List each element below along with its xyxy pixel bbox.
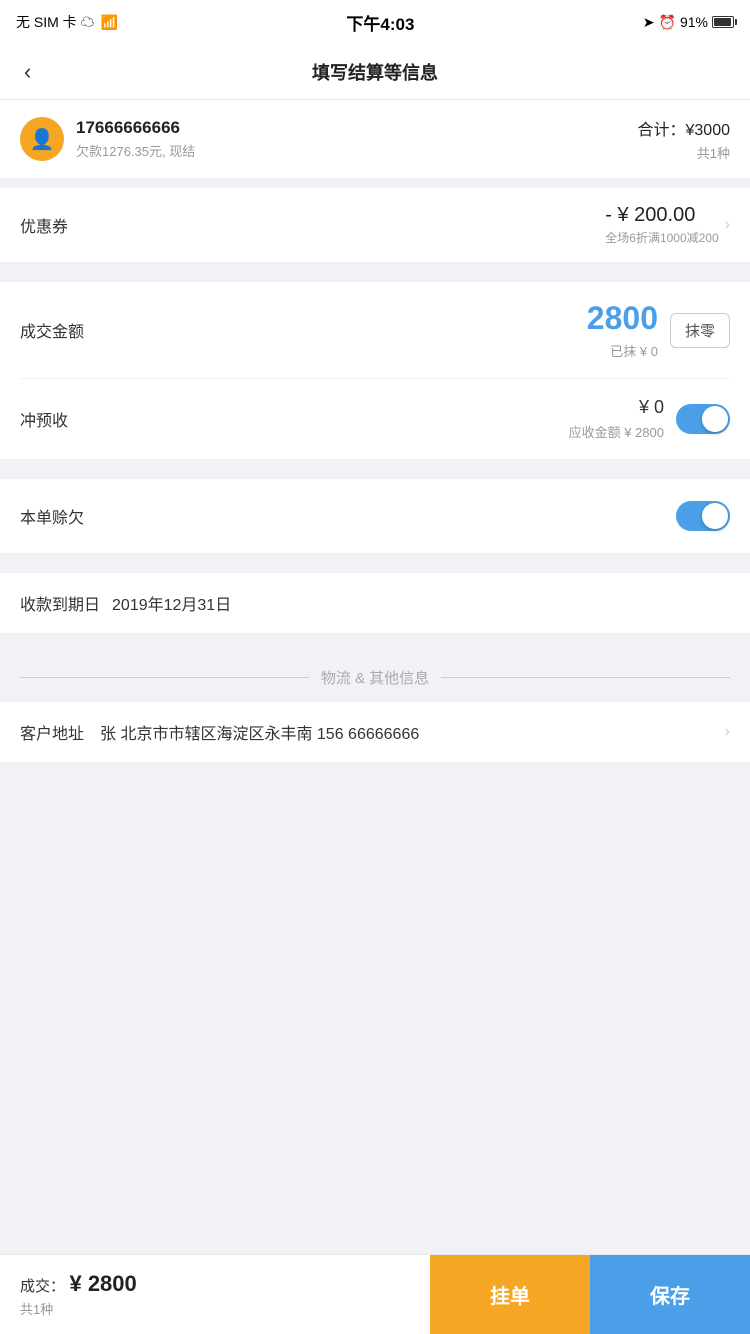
item-count: 共1种 xyxy=(638,143,731,162)
due-date-row: 收款到期日 2019年12月31日 xyxy=(0,573,750,633)
divider-line-right xyxy=(441,677,730,678)
deal-amount-row: 成交金额 2800 已抹 ¥ 0 抹零 xyxy=(20,282,730,379)
address-value: 张 北京市市辖区海淀区永丰南 156 66666666 xyxy=(100,720,725,744)
address-row[interactable]: 客户地址 张 北京市市辖区海淀区永丰南 156 66666666 › xyxy=(0,702,750,762)
save-button[interactable]: 保存 xyxy=(590,1255,750,1334)
deal-amount: 2800 xyxy=(587,300,658,337)
prepay-label: 冲预收 xyxy=(20,407,68,431)
user-details: 17666666666 欠款1276.35元, 现结 xyxy=(76,118,195,160)
wifi-icon: 📶 xyxy=(101,14,118,31)
user-phone: 17666666666 xyxy=(76,118,195,138)
due-date-value: 2019年12月31日 xyxy=(112,591,231,615)
address-chevron-icon: › xyxy=(725,723,730,741)
bottom-count: 共1种 xyxy=(20,1299,410,1318)
separator-5 xyxy=(0,772,750,782)
battery-percent: 91% xyxy=(680,14,708,30)
address-label: 客户地址 xyxy=(20,720,84,744)
prepay-right: ¥ 0 应收金额 ¥ 2800 xyxy=(569,397,730,441)
logistics-divider: 物流 & 其他信息 xyxy=(0,653,750,702)
prepay-row: 冲预收 ¥ 0 应收金额 ¥ 2800 xyxy=(20,379,730,459)
deal-sub: 已抹 ¥ 0 xyxy=(587,341,658,360)
deal-label: 成交金额 xyxy=(20,318,84,342)
separator-4 xyxy=(0,643,750,653)
logistics-label: 物流 & 其他信息 xyxy=(321,667,429,688)
pending-button[interactable]: 挂单 xyxy=(430,1255,590,1334)
content-area: 👤 17666666666 欠款1276.35元, 现结 合计：¥3000 共1… xyxy=(0,100,750,1062)
coupon-discount: - ¥ 200.00 xyxy=(605,204,718,227)
credit-toggle-knob xyxy=(702,503,728,529)
user-right: 合计：¥3000 共1种 xyxy=(638,116,731,162)
coupon-row[interactable]: 优惠券 - ¥ 200.00 全场6折满1000减200 › xyxy=(0,188,750,262)
nav-bar: ‹ 填写结算等信息 xyxy=(0,44,750,100)
bottom-deal-amount: ¥ 2800 xyxy=(69,1271,136,1296)
status-left: 无 SIM 卡 ☁ 📶 xyxy=(16,12,118,32)
sim-label: 无 SIM 卡 ☁ xyxy=(16,12,95,32)
round-zero-button[interactable]: 抹零 xyxy=(670,313,730,348)
battery-icon xyxy=(712,16,734,28)
alarm-icon: ⏰ xyxy=(659,14,676,31)
prepay-toggle[interactable] xyxy=(676,404,730,434)
status-right: ➤ ⏰ 91% xyxy=(643,14,734,31)
avatar: 👤 xyxy=(20,117,64,161)
empty-area xyxy=(0,782,750,962)
user-left: 👤 17666666666 欠款1276.35元, 现结 xyxy=(20,117,195,161)
credit-label: 本单赊欠 xyxy=(20,504,84,528)
user-info-row: 👤 17666666666 欠款1276.35元, 现结 合计：¥3000 共1… xyxy=(0,100,750,178)
bottom-deal-label: 成交： xyxy=(20,1278,65,1295)
bottom-summary: 成交： ¥ 2800 共1种 xyxy=(0,1271,430,1318)
separator-3 xyxy=(0,563,750,573)
toggle-knob xyxy=(702,406,728,432)
coupon-right: - ¥ 200.00 全场6折满1000减200 › xyxy=(605,204,730,246)
status-bar: 无 SIM 卡 ☁ 📶 下午4:03 ➤ ⏰ 91% xyxy=(0,0,750,44)
separator-2 xyxy=(0,469,750,479)
prepay-amount: ¥ 0 xyxy=(569,397,664,418)
total-label: 合计：¥3000 xyxy=(638,116,731,140)
credit-row: 本单赊欠 xyxy=(0,479,750,553)
separator-1 xyxy=(0,272,750,282)
coupon-desc: 全场6折满1000减200 xyxy=(605,229,718,246)
deal-amount-section: 成交金额 2800 已抹 ¥ 0 抹零 冲预收 ¥ 0 应收金额 ¥ 2800 xyxy=(0,282,750,459)
status-time: 下午4:03 xyxy=(346,10,414,35)
due-date-label: 收款到期日 xyxy=(20,591,100,615)
prepay-sub: 应收金额 ¥ 2800 xyxy=(569,422,664,441)
deal-right: 2800 已抹 ¥ 0 抹零 xyxy=(587,300,730,360)
back-button[interactable]: ‹ xyxy=(16,51,39,93)
divider-line-left xyxy=(20,677,309,678)
user-sub: 欠款1276.35元, 现结 xyxy=(76,141,195,160)
chevron-right-icon: › xyxy=(725,216,730,234)
credit-toggle[interactable] xyxy=(676,501,730,531)
bottom-bar: 成交： ¥ 2800 共1种 挂单 保存 xyxy=(0,1254,750,1334)
page-title: 填写结算等信息 xyxy=(312,59,438,85)
location-icon: ➤ xyxy=(643,14,655,31)
coupon-label: 优惠券 xyxy=(20,213,68,237)
